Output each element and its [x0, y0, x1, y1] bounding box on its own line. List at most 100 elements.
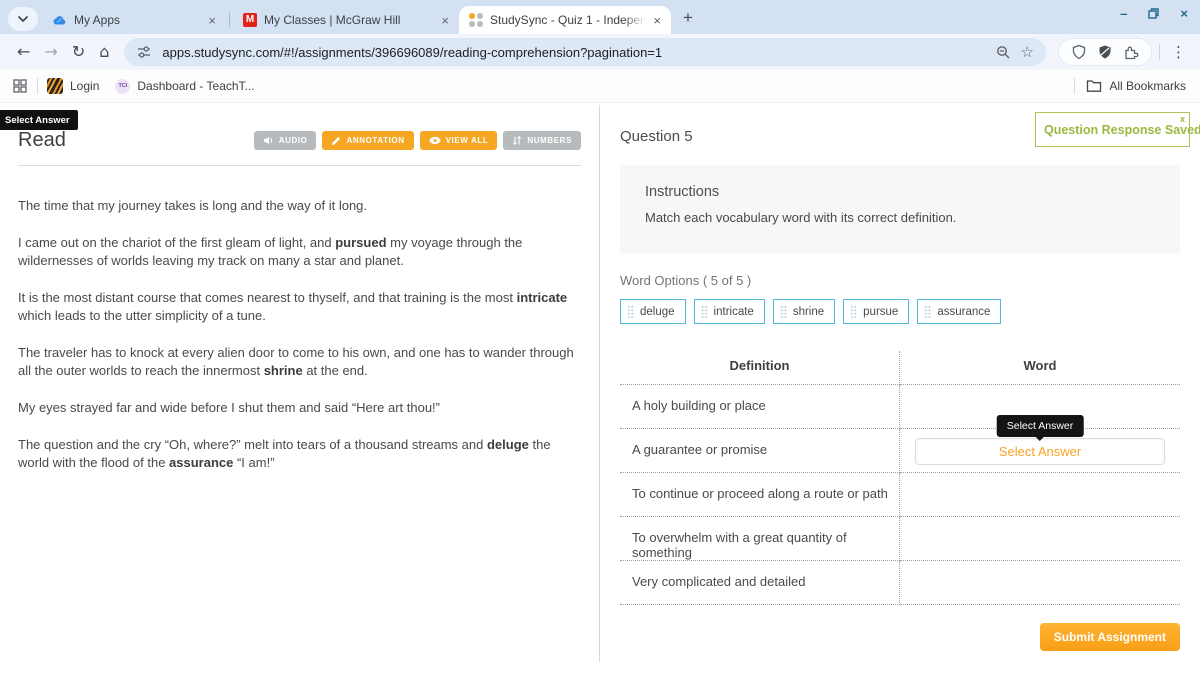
drag-handle-icon[interactable] — [850, 305, 858, 318]
passage-paragraph: The time that my journey takes is long a… — [18, 198, 368, 213]
word-answer-cell[interactable] — [900, 561, 1180, 605]
eye-icon — [429, 136, 441, 145]
drag-handle-icon[interactable] — [700, 305, 708, 318]
column-header-word: Word — [900, 351, 1180, 385]
page-content: Select Answer Read AUDIO ANNOTATION VIEW… — [0, 103, 1200, 674]
annotation-button[interactable]: ANNOTATION — [322, 131, 414, 150]
instructions-text: Match each vocabulary word with its corr… — [645, 210, 957, 225]
button-label: ANNOTATION — [346, 136, 405, 145]
submit-assignment-button[interactable]: Submit Assignment — [1039, 623, 1180, 651]
bookmarks-bar: Login TCI Dashboard - TeachT... All Book… — [0, 70, 1200, 103]
column-header-definition: Definition — [620, 351, 900, 385]
passage-paragraph: The question and the cry “Oh, where?” me… — [18, 437, 551, 470]
back-button[interactable]: ← — [17, 44, 30, 60]
word-answer-cell[interactable]: Select Answer Select Answer — [900, 415, 1180, 473]
login-bookmark-icon — [47, 78, 63, 94]
home-button[interactable]: ⌂ — [99, 44, 109, 60]
passage-paragraph: My eyes strayed far and wide before I sh… — [18, 400, 440, 415]
word-answer-cell[interactable] — [900, 517, 1180, 561]
vocab-word: deluge — [486, 437, 529, 452]
word-option-chip[interactable]: shrine — [772, 299, 836, 324]
zoom-icon[interactable] — [996, 45, 1011, 60]
definition-cell: A holy building or place — [620, 385, 900, 429]
bookmark-star-icon[interactable]: ☆ — [1021, 43, 1034, 61]
reload-button[interactable]: ↻ — [72, 44, 85, 60]
sort-arrows-icon — [513, 136, 522, 145]
bookmarks-separator — [37, 78, 38, 94]
header-rule — [18, 165, 581, 166]
pencil-icon — [332, 136, 341, 145]
select-answer-tooltip-floating: Select Answer — [0, 110, 78, 130]
vocab-table: Definition Word A holy building or place… — [620, 351, 1180, 605]
saved-toast: Question Response Saved! x — [1035, 112, 1200, 147]
close-window-button[interactable]: × — [1180, 7, 1188, 20]
forward-button[interactable]: → — [44, 44, 57, 60]
folder-icon — [1087, 80, 1102, 92]
select-answer-tooltip: Select Answer — [996, 415, 1084, 441]
minimize-button[interactable]: – — [1120, 7, 1127, 20]
all-bookmarks-button[interactable]: All Bookmarks — [1086, 79, 1186, 93]
passage: The time that my journey takes is long a… — [18, 197, 577, 472]
word-options-label: Word Options ( 5 of 5 ) — [620, 273, 752, 288]
studysync-dots-icon — [469, 13, 483, 27]
view-all-button[interactable]: VIEW ALL — [419, 131, 498, 150]
menu-kebab-icon[interactable]: ⋮ — [1171, 43, 1186, 61]
toolbar-separator — [1159, 44, 1160, 60]
classlink-cloud-icon — [53, 15, 66, 24]
drag-handle-icon[interactable] — [779, 305, 787, 318]
privacy-shield-icon[interactable] — [1071, 44, 1087, 60]
definition-cell: Very complicated and detailed — [620, 561, 900, 605]
word-option-label: assurance — [937, 305, 991, 318]
toast-close-icon[interactable]: x — [1180, 114, 1185, 124]
audio-button[interactable]: AUDIO — [253, 131, 317, 150]
tab-search-button[interactable] — [8, 7, 38, 31]
address-bar[interactable]: apps.studysync.com/#!/assignments/396696… — [124, 38, 1046, 66]
bookmarks-separator — [1074, 78, 1076, 94]
definition-cell: To overwhelm with a great quantity of so… — [620, 517, 900, 561]
passage-paragraph: It is the most distant course that comes… — [18, 290, 568, 323]
word-option-label: deluge — [640, 305, 675, 318]
speaker-icon — [263, 136, 272, 145]
window-controls: – × — [1120, 7, 1188, 20]
tab-my-apps[interactable]: My Apps × — [42, 6, 226, 34]
read-title: Read — [18, 129, 66, 151]
tab-close-icon[interactable]: × — [208, 14, 216, 27]
drag-handle-icon[interactable] — [924, 305, 932, 318]
tab-studysync-active[interactable]: StudySync - Quiz 1 - Independe × — [459, 6, 671, 34]
word-option-chip[interactable]: assurance — [917, 299, 1002, 324]
reading-panel: Select Answer Read AUDIO ANNOTATION VIEW… — [0, 103, 599, 674]
tci-bookmark-icon: TCI — [115, 78, 131, 94]
bookmark-login[interactable]: Login — [47, 78, 99, 94]
numbers-button[interactable]: NUMBERS — [503, 131, 581, 150]
bookmark-label: Login — [70, 79, 100, 93]
browser-toolbar: ← → ↻ ⌂ apps.studysync.com/#!/assignment… — [0, 34, 1200, 70]
tab-mcgraw-hill[interactable]: M My Classes | McGraw Hill × — [233, 6, 459, 34]
restore-button[interactable] — [1148, 8, 1160, 19]
bookmark-dashboard-teachtci[interactable]: TCI Dashboard - TeachT... — [115, 78, 255, 94]
word-option-chip[interactable]: pursue — [843, 299, 910, 324]
extensions-pill — [1058, 38, 1152, 66]
button-label: NUMBERS — [527, 136, 572, 145]
url-text[interactable]: apps.studysync.com/#!/assignments/396696… — [162, 45, 985, 60]
vocab-word: shrine — [263, 363, 303, 378]
instructions-box: Instructions Match each vocabulary word … — [620, 165, 1180, 254]
browser-window: My Apps × M My Classes | McGraw Hill × S… — [0, 0, 1200, 674]
tab-close-icon[interactable]: × — [653, 14, 661, 27]
extensions-puzzle-icon[interactable] — [1123, 44, 1139, 60]
site-info-tune-icon[interactable] — [136, 44, 152, 60]
tab-close-icon[interactable]: × — [441, 14, 449, 27]
chevron-down-icon — [18, 16, 28, 22]
new-tab-button[interactable]: + — [683, 8, 693, 28]
vocab-word: intricate — [516, 290, 568, 305]
button-label: VIEW ALL — [445, 136, 489, 145]
reader-toolbar: AUDIO ANNOTATION VIEW ALL NUMBERS — [253, 131, 581, 150]
word-option-chip[interactable]: deluge — [620, 299, 686, 324]
adblock-shield-icon[interactable] — [1097, 44, 1113, 60]
apps-grid-icon[interactable] — [12, 78, 28, 94]
bookmark-label: Dashboard - TeachT... — [137, 79, 255, 93]
word-answer-cell[interactable] — [900, 473, 1180, 517]
word-option-chip[interactable]: intricate — [693, 299, 765, 324]
tab-separator — [229, 12, 230, 27]
drag-handle-icon[interactable] — [627, 305, 634, 318]
instructions-title: Instructions — [645, 184, 720, 200]
